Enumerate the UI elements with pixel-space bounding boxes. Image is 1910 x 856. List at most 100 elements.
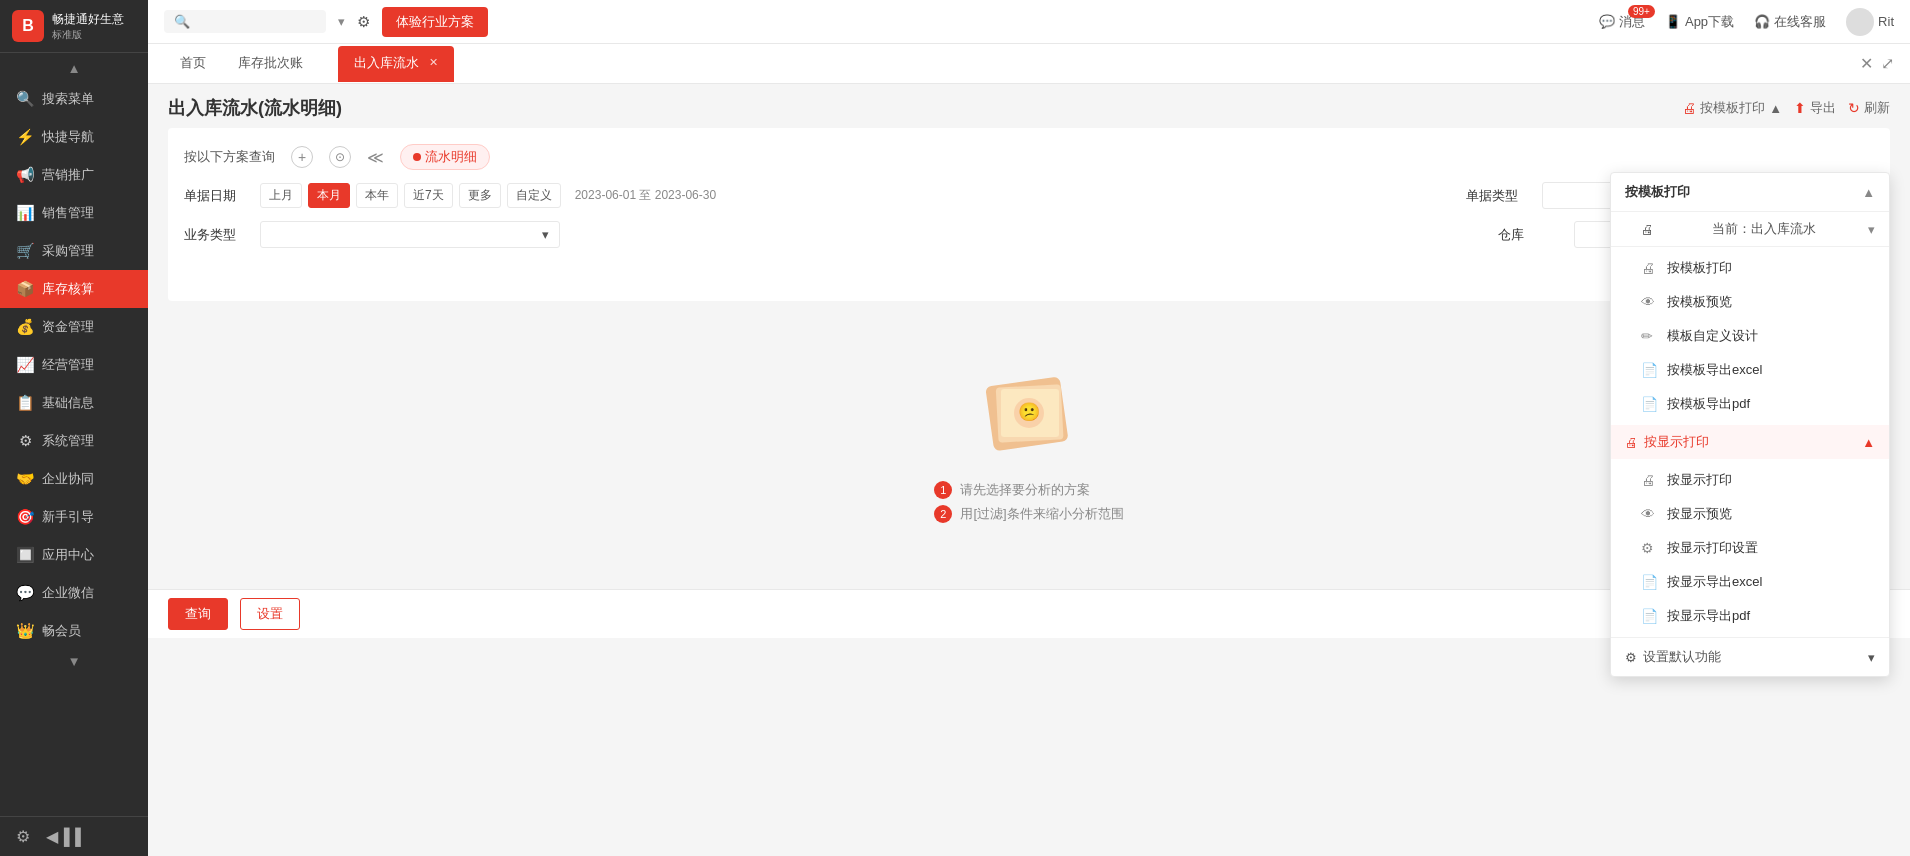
empty-step-1: 1 请先选择要分析的方案 [934, 481, 1123, 499]
filter-row-1: 按以下方案查询 + ⊙ ≪ 流水明细 [184, 144, 1874, 170]
sidebar-item-quick-nav[interactable]: ⚡ 快捷导航 [0, 118, 148, 156]
topbar-right: 💬 消息 99+ 📱 App下载 🎧 在线客服 Rit [1599, 8, 1894, 36]
user-avatar[interactable]: Rit [1846, 8, 1894, 36]
dropdown-current-label: 当前：出入库流水 [1712, 220, 1816, 238]
nav-icon-quick-nav: ⚡ [16, 128, 34, 146]
display-export-excel-item[interactable]: 📄 按显示导出excel [1611, 565, 1889, 599]
sidebar-item-vip[interactable]: 👑畅会员 [0, 612, 148, 650]
sidebar-item-finance[interactable]: 💰资金管理 [0, 308, 148, 346]
sidebar-item-system[interactable]: ⚙ 系统管理 [0, 422, 148, 460]
sidebar-item-newbie[interactable]: 🎯新手引导 [0, 498, 148, 536]
logo-text: 畅捷通好生意 标准版 [52, 11, 124, 42]
tab-batch-account-label: 库存批次账 [238, 54, 303, 72]
settings-default-icon: ⚙ [1625, 650, 1637, 665]
sidebar-item-appstore[interactable]: 🔲应用中心 [0, 536, 148, 574]
gear-icon[interactable]: ⚙ [357, 13, 370, 31]
settings-icon[interactable]: ⚙ [16, 827, 30, 846]
topbar-search-box[interactable]: 🔍 [164, 10, 326, 33]
template-preview-item[interactable]: 👁 按模板预览 [1611, 285, 1889, 319]
display-export-excel-label: 按显示导出excel [1667, 573, 1762, 591]
display-preview-item[interactable]: 👁 按显示预览 [1611, 497, 1889, 531]
current-month-button[interactable]: 本月 [308, 183, 350, 208]
display-export-pdf-item[interactable]: 📄 按显示导出pdf [1611, 599, 1889, 633]
tab-flow-close[interactable]: ✕ [429, 56, 438, 69]
query-button[interactable]: 查询 [168, 598, 228, 630]
filter-warehouse-label: 仓库 [1498, 226, 1558, 244]
message-icon: 💬 [1599, 14, 1615, 29]
sidebar-item-inventory[interactable]: 📦库存核算 [0, 270, 148, 308]
app-download-button[interactable]: 📱 App下载 [1665, 13, 1734, 31]
nav-icon-sales: 📊 [16, 204, 34, 222]
display-print-group[interactable]: 🖨 按显示打印 ▲ [1611, 425, 1889, 459]
last-7-days-button[interactable]: 近7天 [404, 183, 453, 208]
sidebar-item-wechat[interactable]: 💬企业微信 [0, 574, 148, 612]
dropdown-current-item: 🖨 当前：出入库流水 ▾ [1611, 212, 1889, 247]
audio-icon[interactable]: ◀▐▐ [46, 827, 81, 846]
current-year-button[interactable]: 本年 [356, 183, 398, 208]
search-input[interactable] [196, 14, 316, 29]
tab-flow[interactable]: 出入库流水 ✕ [338, 46, 454, 82]
chevron-up-icon: ▲ [1769, 101, 1782, 116]
excel-icon-2: 📄 [1641, 574, 1659, 590]
add-filter-button[interactable]: + [291, 146, 313, 168]
display-print-settings-item[interactable]: ⚙ 按显示打印设置 [1611, 531, 1889, 565]
chevron-down-icon-biz: ▾ [542, 227, 549, 242]
content-area: 出入库流水(流水明细) 🖨 按模板打印 ▲ ⬆ 导出 ↻ 刷新 [148, 84, 1910, 856]
nav-label-quick-nav: 快捷导航 [42, 128, 94, 146]
template-print-button[interactable]: 🖨 按模板打印 ▲ [1682, 99, 1782, 117]
sidebar-item-search[interactable]: 🔍搜索菜单 [0, 80, 148, 118]
page-header: 出入库流水(流水明细) 🖨 按模板打印 ▲ ⬆ 导出 ↻ 刷新 [148, 84, 1910, 128]
tab-batch-account-close[interactable]: ✕ [313, 56, 322, 69]
template-custom-item[interactable]: ✏ 模板自定义设计 [1611, 319, 1889, 353]
template-print-item[interactable]: 🖨 按模板打印 [1611, 251, 1889, 285]
display-print-item[interactable]: 🖨 按显示打印 [1611, 463, 1889, 497]
nav-label-basic: 基础信息 [42, 394, 94, 412]
current-icon: 🖨 [1641, 222, 1654, 237]
date-range-display: 2023-06-01 至 2023-06-30 [575, 187, 716, 204]
table-settings-button[interactable]: 设置 [240, 598, 300, 630]
step-2-text: 用[过滤]条件来缩小分析范围 [960, 505, 1123, 523]
sidebar-item-marketing[interactable]: 📢营销推广 [0, 156, 148, 194]
nav-label-enterprise: 企业协同 [42, 470, 94, 488]
printer-icon-2: 🖨 [1641, 472, 1659, 488]
template-export-excel-item[interactable]: 📄 按模板导出excel [1611, 353, 1889, 387]
sidebar-item-enterprise[interactable]: 🤝企业协同 [0, 460, 148, 498]
notifications-button[interactable]: 💬 消息 99+ [1599, 13, 1645, 31]
sidebar-item-purchase[interactable]: 🛒采购管理 [0, 232, 148, 270]
tab-batch-account[interactable]: 库存批次账 ✕ [222, 46, 338, 82]
export-button[interactable]: ⬆ 导出 [1794, 99, 1836, 117]
nav-label-system: 系统管理 [42, 432, 94, 450]
empty-steps: 1 请先选择要分析的方案 2 用[过滤]条件来缩小分析范围 [934, 481, 1123, 529]
industry-solution-button[interactable]: 体验行业方案 [382, 7, 488, 37]
page-title: 出入库流水(流水明细) [168, 96, 342, 120]
close-window-button[interactable]: ✕ [1860, 54, 1873, 73]
nav-label-finance: 资金管理 [42, 318, 94, 336]
step-1-text: 请先选择要分析的方案 [960, 481, 1090, 499]
refresh-button[interactable]: ↻ 刷新 [1848, 99, 1890, 117]
sidebar-item-basic[interactable]: 📋基础信息 [0, 384, 148, 422]
collapse-left-icon[interactable]: ≪ [367, 148, 384, 167]
custom-date-button[interactable]: 自定义 [507, 183, 561, 208]
online-service-button[interactable]: 🎧 在线客服 [1754, 13, 1826, 31]
prev-month-button[interactable]: 上月 [260, 183, 302, 208]
scroll-up-button[interactable]: ▲ [0, 57, 148, 80]
chevron-down-icon[interactable]: ▾ [338, 14, 345, 29]
scroll-down-button[interactable]: ▼ [0, 650, 148, 673]
date-options: 上月 本月 本年 近7天 更多 自定义 2023-06-01 至 2023-06… [260, 183, 716, 208]
chevron-up-display[interactable]: ▲ [1862, 435, 1875, 450]
sidebar-item-operations[interactable]: 📈经营管理 [0, 346, 148, 384]
tab-home[interactable]: 首页 [164, 46, 222, 82]
expand-window-button[interactable]: ⤢ [1881, 54, 1894, 73]
nav-icon-system: ⚙ [16, 432, 34, 450]
dropdown-footer[interactable]: ⚙ 设置默认功能 ▾ [1611, 637, 1889, 676]
nav-label-operations: 经营管理 [42, 356, 94, 374]
filter-settings-button[interactable]: ⊙ [329, 146, 351, 168]
more-dates-button[interactable]: 更多 [459, 183, 501, 208]
template-export-pdf-item[interactable]: 📄 按模板导出pdf [1611, 387, 1889, 421]
sidebar-item-sales[interactable]: 📊销售管理 [0, 194, 148, 232]
biz-type-select[interactable]: ▾ [260, 221, 560, 248]
filter-tag-flow[interactable]: 流水明细 [400, 144, 490, 170]
chevron-up-icon-dropdown[interactable]: ▲ [1862, 185, 1875, 200]
chevron-down-current[interactable]: ▾ [1868, 222, 1875, 237]
filter-doc-type-label: 单据类型 [1466, 187, 1526, 205]
